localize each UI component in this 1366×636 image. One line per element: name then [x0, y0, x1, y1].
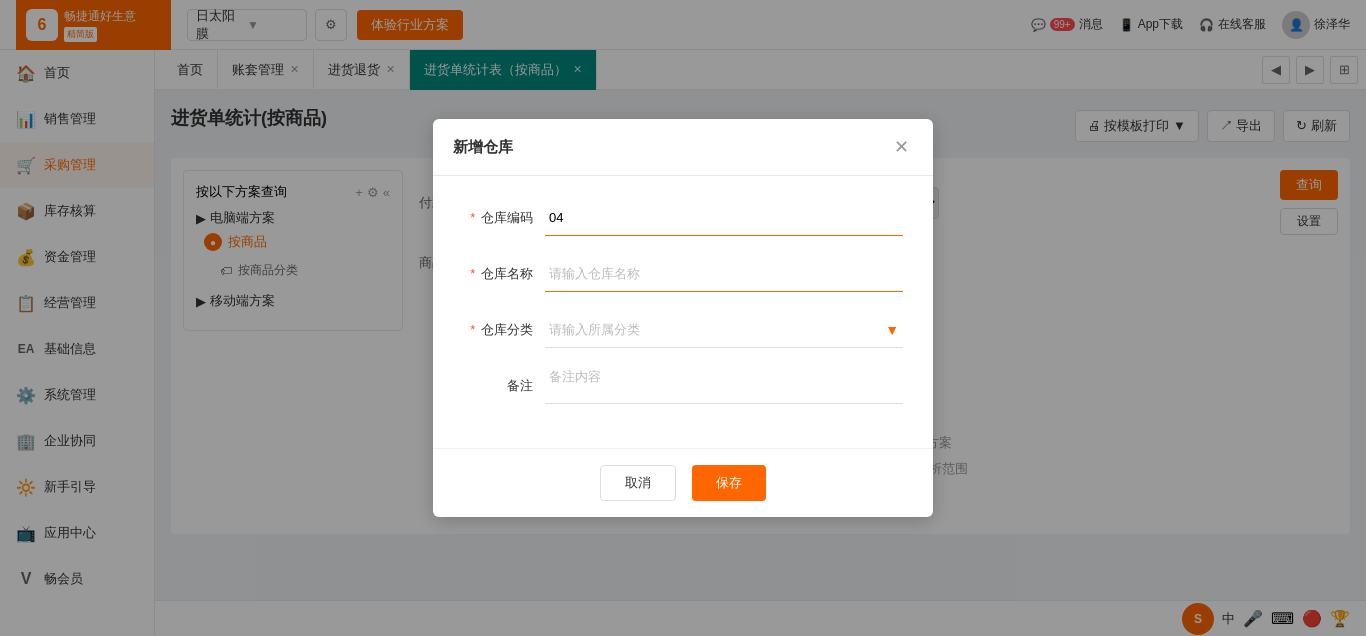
modal-close-btn[interactable]: ✕: [889, 135, 913, 159]
modal-overlay[interactable]: 新增仓库 ✕ * 仓库编码 * 仓库名称 document.queryS: [0, 0, 1366, 636]
name-label: * 仓库名称: [463, 265, 533, 283]
warehouse-category-select[interactable]: 请输入所属分类: [545, 312, 903, 348]
category-label: * 仓库分类: [463, 321, 533, 339]
category-select-wrap: 请输入所属分类 ▼: [545, 312, 903, 348]
remark-field-row: 备注: [463, 368, 903, 404]
remark-label: 备注: [463, 377, 533, 395]
modal-title: 新增仓库: [453, 138, 513, 157]
warehouse-remark-input[interactable]: [545, 368, 903, 404]
modal-body: * 仓库编码 * 仓库名称 document.querySelector('[d…: [433, 176, 933, 448]
cancel-btn[interactable]: 取消: [600, 465, 676, 501]
code-required-star: *: [470, 210, 475, 225]
modal-header: 新增仓库 ✕: [433, 119, 933, 176]
category-required-star: *: [470, 322, 475, 337]
warehouse-code-input[interactable]: [545, 200, 903, 236]
new-warehouse-modal: 新增仓库 ✕ * 仓库编码 * 仓库名称 document.queryS: [433, 119, 933, 517]
name-required-star: *: [470, 266, 475, 281]
modal-footer: 取消 保存: [433, 448, 933, 517]
code-label: * 仓库编码: [463, 209, 533, 227]
category-field-row: * 仓库分类 请输入所属分类 ▼: [463, 312, 903, 348]
save-btn[interactable]: 保存: [692, 465, 766, 501]
name-field-row: * 仓库名称 document.querySelector('[data-nam…: [463, 256, 903, 292]
warehouse-name-input[interactable]: [545, 256, 903, 292]
code-field-row: * 仓库编码: [463, 200, 903, 236]
